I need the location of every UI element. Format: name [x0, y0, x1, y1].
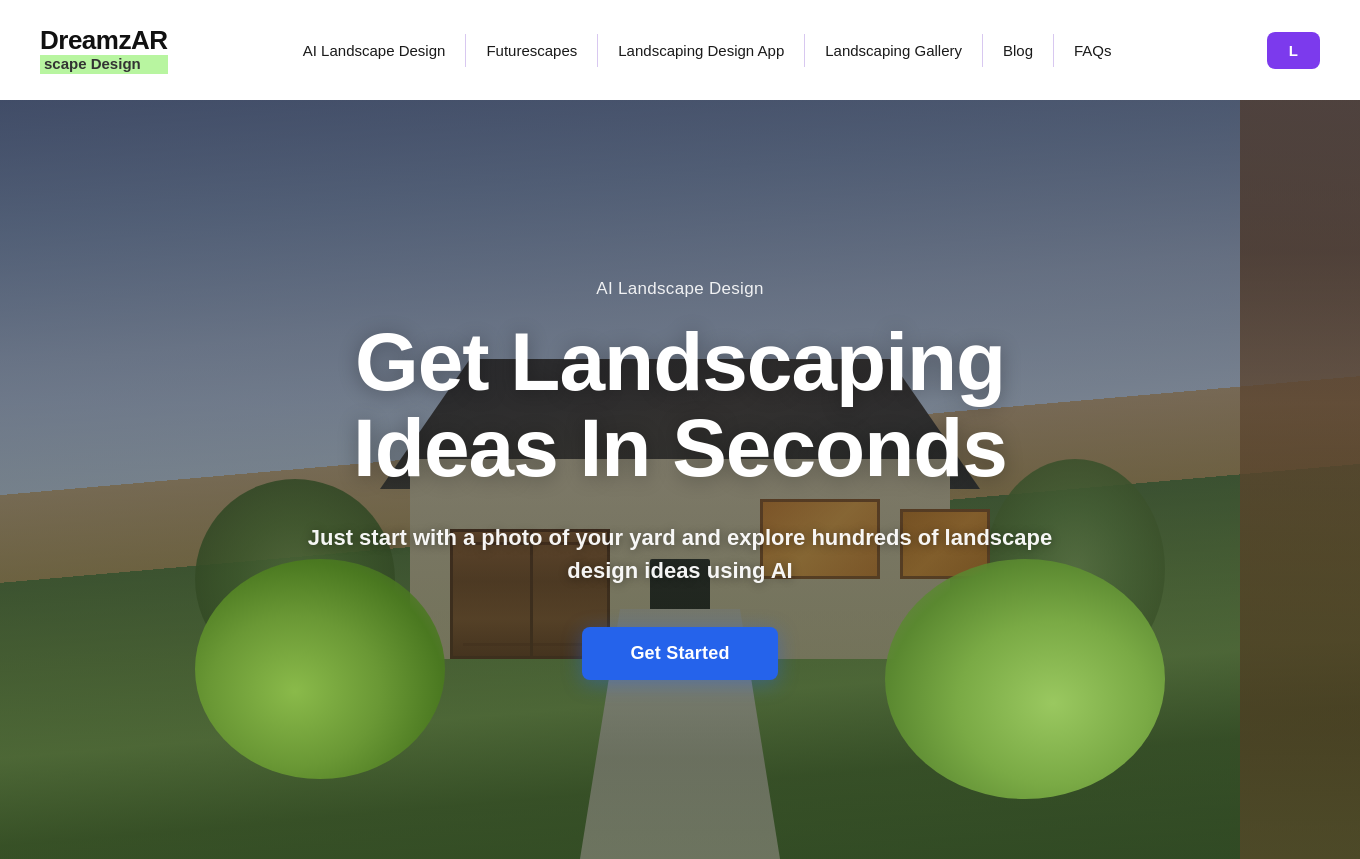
login-button[interactable]: L	[1267, 32, 1320, 69]
nav-item-ai-landscape[interactable]: AI Landscape Design	[283, 34, 467, 67]
nav-item-gallery[interactable]: Landscaping Gallery	[805, 34, 983, 67]
logo[interactable]: DreamzAR scape Design	[40, 26, 168, 73]
nav-item-blog[interactable]: Blog	[983, 34, 1054, 67]
nav-item-faqs[interactable]: FAQs	[1054, 34, 1132, 67]
header: DreamzAR scape Design AI Landscape Desig…	[0, 0, 1360, 100]
hero-label: AI Landscape Design	[270, 279, 1090, 299]
hero-subtitle: Just start with a photo of your yard and…	[300, 521, 1060, 587]
get-started-button[interactable]: Get Started	[582, 627, 777, 680]
hero-title: Get Landscaping Ideas In Seconds	[270, 319, 1090, 491]
main-nav: AI Landscape Design Futurescapes Landsca…	[283, 34, 1132, 67]
nav-item-futurescapes[interactable]: Futurescapes	[466, 34, 598, 67]
nav-item-design-app[interactable]: Landscaping Design App	[598, 34, 805, 67]
hero-content: AI Landscape Design Get Landscaping Idea…	[230, 279, 1130, 680]
hero-section: AI Landscape Design Get Landscaping Idea…	[0, 100, 1360, 859]
logo-sub: scape Design	[40, 55, 168, 74]
logo-main: DreamzAR	[40, 26, 168, 55]
